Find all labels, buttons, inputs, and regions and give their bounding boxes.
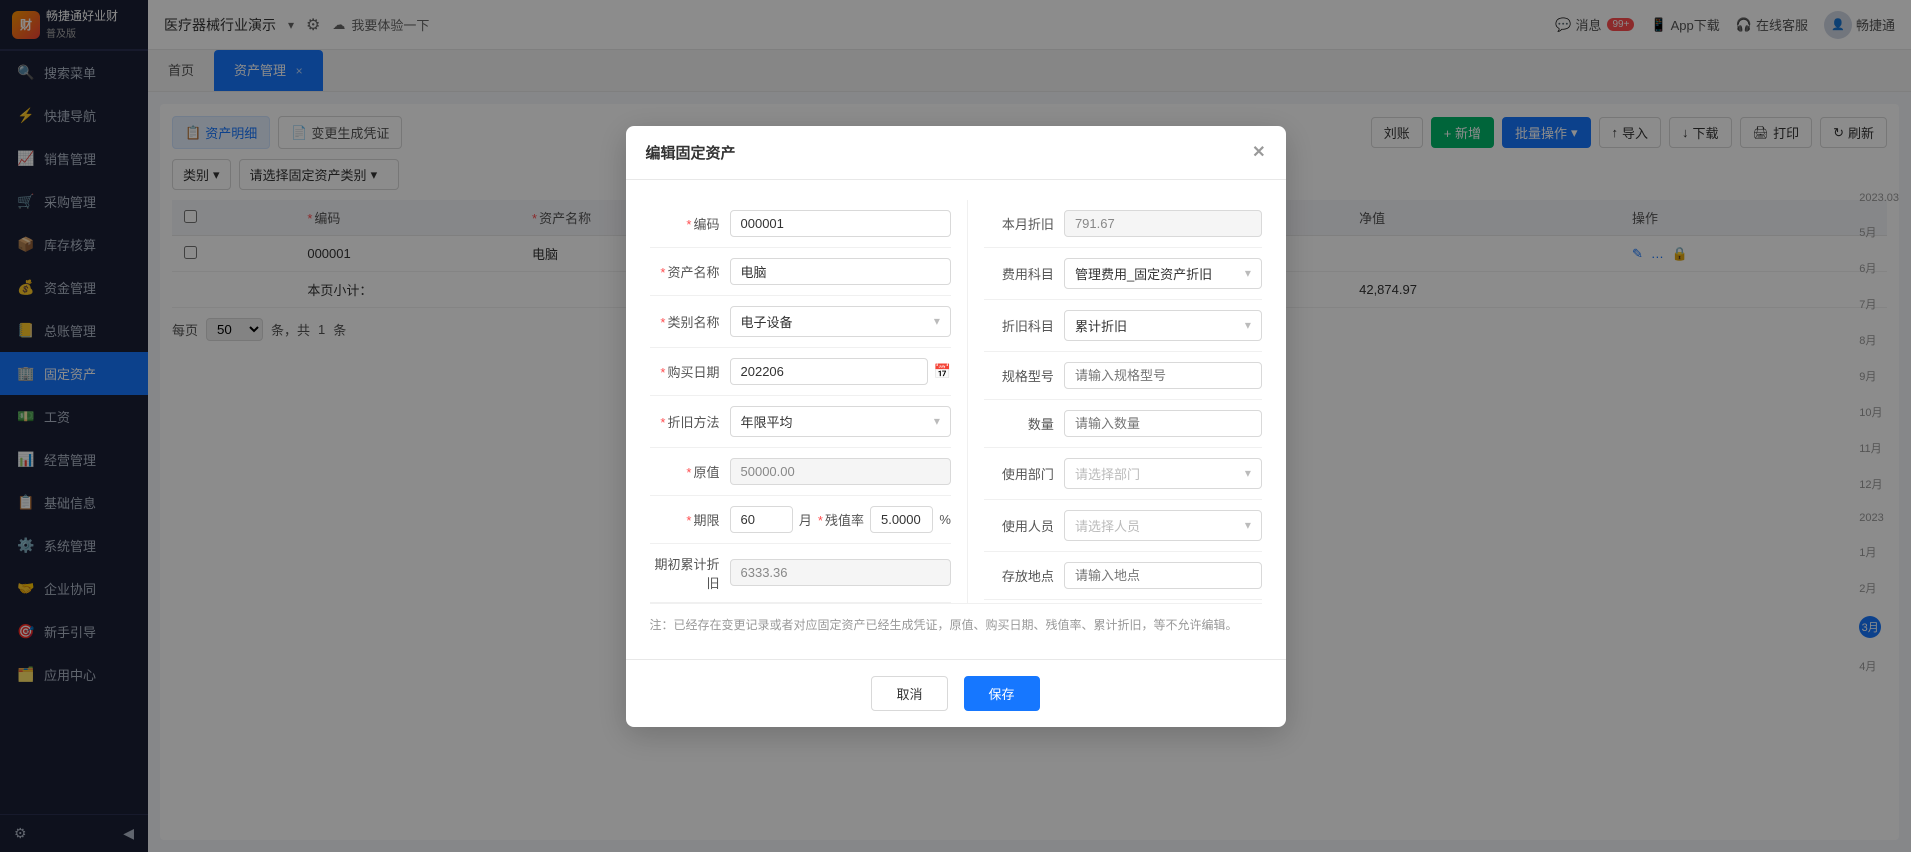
cancel-button[interactable]: 取消 bbox=[871, 676, 947, 711]
modal-body: *编码 *资产名称 *类别名称 bbox=[626, 180, 1286, 659]
monthly-depreciation-input bbox=[1064, 210, 1262, 237]
form-grid: *编码 *资产名称 *类别名称 bbox=[650, 200, 1262, 603]
field-category: *类别名称 电子设备 ▾ bbox=[650, 296, 951, 348]
depreciation-account-select[interactable]: 累计折旧 ▾ bbox=[1064, 310, 1262, 341]
modal-note: 注：已经存在变更记录或者对应固定资产已经生成凭证，原值、购买日期、残值率、累计折… bbox=[650, 603, 1262, 639]
modal-footer: 取消 保存 bbox=[626, 659, 1286, 727]
quantity-input[interactable] bbox=[1064, 410, 1262, 437]
purchase-date-input[interactable] bbox=[730, 358, 928, 385]
model-input[interactable] bbox=[1064, 362, 1262, 389]
expense-account-chevron-icon: ▾ bbox=[1245, 266, 1251, 280]
save-button[interactable]: 保存 bbox=[964, 676, 1040, 711]
initial-depreciation-input bbox=[730, 559, 951, 586]
field-expense-account: 费用科目 管理费用_固定资产折旧 ▾ bbox=[984, 248, 1262, 300]
original-value-input[interactable] bbox=[730, 458, 951, 485]
field-quantity: 数量 bbox=[984, 400, 1262, 448]
residual-rate-input[interactable] bbox=[870, 506, 933, 533]
field-depreciation-account: 折旧科目 累计折旧 ▾ bbox=[984, 300, 1262, 352]
department-chevron-icon: ▾ bbox=[1245, 466, 1251, 480]
calendar-icon[interactable]: 📅 bbox=[934, 363, 951, 380]
field-original-value: *原值 bbox=[650, 448, 951, 496]
category-select-chevron-icon: ▾ bbox=[934, 314, 940, 328]
modal-overlay: 编辑固定资产 ✕ *编码 *资产名称 bbox=[0, 0, 1911, 852]
modal-title: 编辑固定资产 bbox=[646, 142, 736, 163]
user-select[interactable]: 请选择人员 ▾ bbox=[1064, 510, 1262, 541]
method-select-chevron-icon: ▾ bbox=[934, 414, 940, 428]
expense-account-select[interactable]: 管理费用_固定资产折旧 ▾ bbox=[1064, 258, 1262, 289]
category-select[interactable]: 电子设备 ▾ bbox=[730, 306, 951, 337]
field-period: *期限 月 *残值率 % bbox=[650, 496, 951, 544]
field-location: 存放地点 bbox=[984, 552, 1262, 600]
field-department: 使用部门 请选择部门 ▾ bbox=[984, 448, 1262, 500]
field-user: 使用人员 请选择人员 ▾ bbox=[984, 500, 1262, 552]
period-input[interactable] bbox=[730, 506, 793, 533]
modal-header: 编辑固定资产 ✕ bbox=[626, 126, 1286, 180]
modal-close-button[interactable]: ✕ bbox=[1252, 142, 1265, 162]
field-purchase-date: *购买日期 📅 bbox=[650, 348, 951, 396]
field-depreciation-method: *折旧方法 年限平均 ▾ bbox=[650, 396, 951, 448]
field-code: *编码 bbox=[650, 200, 951, 248]
field-model: 规格型号 bbox=[984, 352, 1262, 400]
user-chevron-icon: ▾ bbox=[1245, 518, 1251, 532]
code-input[interactable] bbox=[730, 210, 951, 237]
field-initial-depreciation: 期初累计折旧 bbox=[650, 544, 951, 603]
depreciation-method-select[interactable]: 年限平均 ▾ bbox=[730, 406, 951, 437]
depreciation-account-chevron-icon: ▾ bbox=[1245, 318, 1251, 332]
asset-name-input[interactable] bbox=[730, 258, 951, 285]
field-asset-name: *资产名称 bbox=[650, 248, 951, 296]
residual-rate-label: *残值率 bbox=[818, 510, 864, 529]
department-select[interactable]: 请选择部门 ▾ bbox=[1064, 458, 1262, 489]
field-monthly-depreciation: 本月折旧 bbox=[984, 200, 1262, 248]
location-input[interactable] bbox=[1064, 562, 1262, 589]
edit-asset-modal: 编辑固定资产 ✕ *编码 *资产名称 bbox=[626, 126, 1286, 727]
